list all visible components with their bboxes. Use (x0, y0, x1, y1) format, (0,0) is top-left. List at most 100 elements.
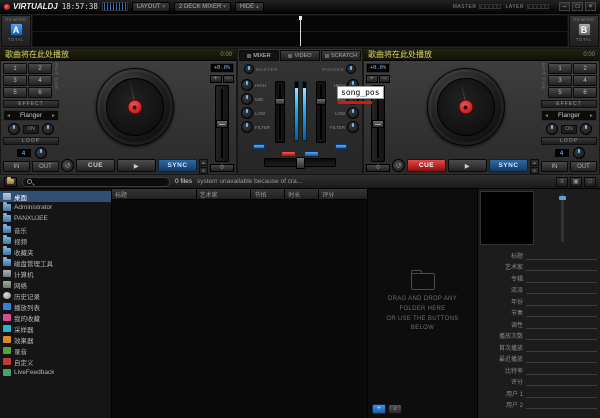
tree-item[interactable]: PANXUJEE (0, 213, 111, 224)
tree-item[interactable]: 历史记录 (0, 290, 111, 301)
deck-b-volume-fader[interactable] (316, 81, 326, 143)
expand-view-button[interactable]: □ (584, 177, 596, 187)
tree-item[interactable]: 音乐 (0, 224, 111, 235)
hide-button[interactable]: HIDE▴ (235, 2, 264, 12)
list-view-button[interactable]: ≡ (556, 177, 568, 187)
loop-knob[interactable] (35, 147, 47, 159)
deck-a-loopback-button[interactable]: ↺ (61, 159, 74, 172)
hotcue-pad[interactable]: 6 (28, 87, 52, 98)
hotcue-pad[interactable]: 2 (28, 63, 52, 74)
deck-b-monitor-button[interactable] (335, 144, 347, 149)
effect-name[interactable]: Flanger (13, 112, 49, 119)
deck-b-jog-wheel[interactable] (427, 68, 505, 146)
loop-knob[interactable] (573, 147, 585, 159)
loop-in-button[interactable]: IN (3, 161, 30, 172)
loop-out-button[interactable]: OUT (32, 161, 59, 172)
hotcue-pad[interactable]: 2 (573, 63, 597, 74)
deck-a-pitch-slider[interactable] (215, 85, 229, 162)
tree-item[interactable]: 计算机 (0, 268, 111, 279)
pitch-slider-handle[interactable] (216, 120, 228, 128)
mixer-tab[interactable]: MIXER (239, 50, 279, 61)
tree-item[interactable]: 播放列表 (0, 301, 111, 312)
hotcue-pad[interactable]: 3 (3, 75, 27, 86)
eq-knob[interactable] (241, 93, 253, 105)
effect-knob-2[interactable] (42, 123, 54, 135)
pitch-bend-up-button[interactable]: ▲ (199, 159, 208, 166)
deck-b-play-button[interactable]: ▶ (448, 159, 487, 172)
hotcue-pad[interactable]: 3 (548, 75, 572, 86)
search-box[interactable] (22, 177, 170, 187)
tree-item[interactable]: Administrator (0, 202, 111, 213)
effect-knob-2[interactable] (580, 123, 592, 135)
headphones-volume-knob[interactable] (346, 64, 356, 74)
pitch-slider-handle[interactable] (372, 120, 384, 128)
search-input[interactable] (35, 179, 165, 185)
crossfader-handle[interactable] (296, 157, 305, 169)
pitch-minus-button[interactable]: − (223, 75, 235, 83)
pitch-plus-button[interactable]: + (366, 75, 378, 83)
effect-next-icon[interactable]: ► (587, 113, 596, 119)
eq-knob[interactable] (347, 121, 359, 133)
hotcue-pad[interactable]: 1 (3, 63, 27, 74)
deck-a-monitor-button[interactable] (253, 144, 265, 149)
column-header[interactable]: 节拍 (251, 189, 285, 199)
deck-a-effect-selector[interactable]: ◄ Flanger ► (3, 110, 59, 121)
effect-knob[interactable] (546, 123, 558, 135)
preview-volume-slider[interactable] (561, 194, 564, 242)
tree-item[interactable]: 收藏夹 (0, 246, 111, 257)
tree-item[interactable]: 网络 (0, 279, 111, 290)
beat-waveform-display[interactable] (32, 15, 568, 47)
tree-item[interactable]: 录音 (0, 345, 111, 356)
effect-next-icon[interactable]: ► (49, 113, 58, 119)
dragdrop-panel[interactable]: DRAG AND DROP ANY FOLDER HERE OR USE THE… (368, 189, 478, 418)
eq-knob[interactable] (347, 107, 359, 119)
browse-music-button[interactable]: ♪ (388, 404, 402, 414)
hotcue-pad[interactable]: 5 (548, 87, 572, 98)
deck-b-effect-selector[interactable]: ◄ Flanger ► (541, 110, 597, 121)
hotcue-pad[interactable]: 5 (3, 87, 27, 98)
deck-a-volume-fader[interactable] (275, 81, 285, 143)
pitch-zero-button[interactable]: 0 (210, 164, 234, 172)
fader-handle[interactable] (316, 98, 326, 105)
effect-prev-icon[interactable]: ◄ (4, 113, 13, 119)
deck-a-cue-button[interactable]: CUE (76, 159, 115, 172)
column-header[interactable]: 艺术家 (197, 189, 252, 199)
deck-b-sync-button[interactable]: SYNC (489, 159, 528, 172)
eq-knob[interactable] (241, 107, 253, 119)
effect-prev-icon[interactable]: ◄ (542, 113, 551, 119)
mixer-tab[interactable]: VIDEO (280, 50, 320, 61)
deck-mode-button[interactable]: 2 DECK MIXER▾ (174, 2, 231, 12)
hotcue-pad[interactable]: 4 (573, 75, 597, 86)
tree-item[interactable]: 自定义 (0, 356, 111, 367)
effect-knob[interactable] (8, 123, 20, 135)
deck-a-play-button[interactable]: ▶ (117, 159, 156, 172)
file-list-body[interactable] (112, 200, 367, 418)
pitch-plus-button[interactable]: + (210, 75, 222, 83)
eq-knob[interactable] (241, 121, 253, 133)
loop-out-button[interactable]: OUT (570, 161, 597, 172)
close-button[interactable]: × (585, 2, 596, 11)
tree-item[interactable]: 视频 (0, 235, 111, 246)
tree-item[interactable]: 我的收藏 (0, 312, 111, 323)
pitch-minus-button[interactable]: − (379, 75, 391, 83)
split-view-button[interactable]: ▣ (570, 177, 582, 187)
layout-button[interactable]: LAYOUT▾ (132, 2, 170, 12)
tree-item[interactable]: 效果器 (0, 334, 111, 345)
effect-on-button[interactable]: ON (561, 125, 577, 134)
tree-item[interactable]: LiveFeedback (0, 367, 111, 378)
loop-in-button[interactable]: IN (541, 161, 568, 172)
effect-on-button[interactable]: ON (23, 125, 39, 134)
column-header[interactable]: 标题 (112, 189, 197, 199)
deck-b-badge[interactable]: B (578, 23, 591, 36)
deck-b-cue-button[interactable]: CUE (407, 159, 446, 172)
master-volume-knob[interactable] (244, 64, 254, 74)
hotcue-pad[interactable]: 4 (28, 75, 52, 86)
minimize-button[interactable]: – (559, 2, 570, 11)
effect-name[interactable]: Flanger (551, 112, 587, 119)
deck-a-badge[interactable]: A (10, 23, 23, 36)
pitch-zero-button[interactable]: 0 (366, 164, 390, 172)
tree-item[interactable]: 采样器 (0, 323, 111, 334)
tree-item[interactable]: 磁盘管理工具 (0, 257, 111, 268)
deck-a-sync-button[interactable]: SYNC (158, 159, 197, 172)
mixer-tab[interactable]: SCRATCH (321, 50, 361, 61)
